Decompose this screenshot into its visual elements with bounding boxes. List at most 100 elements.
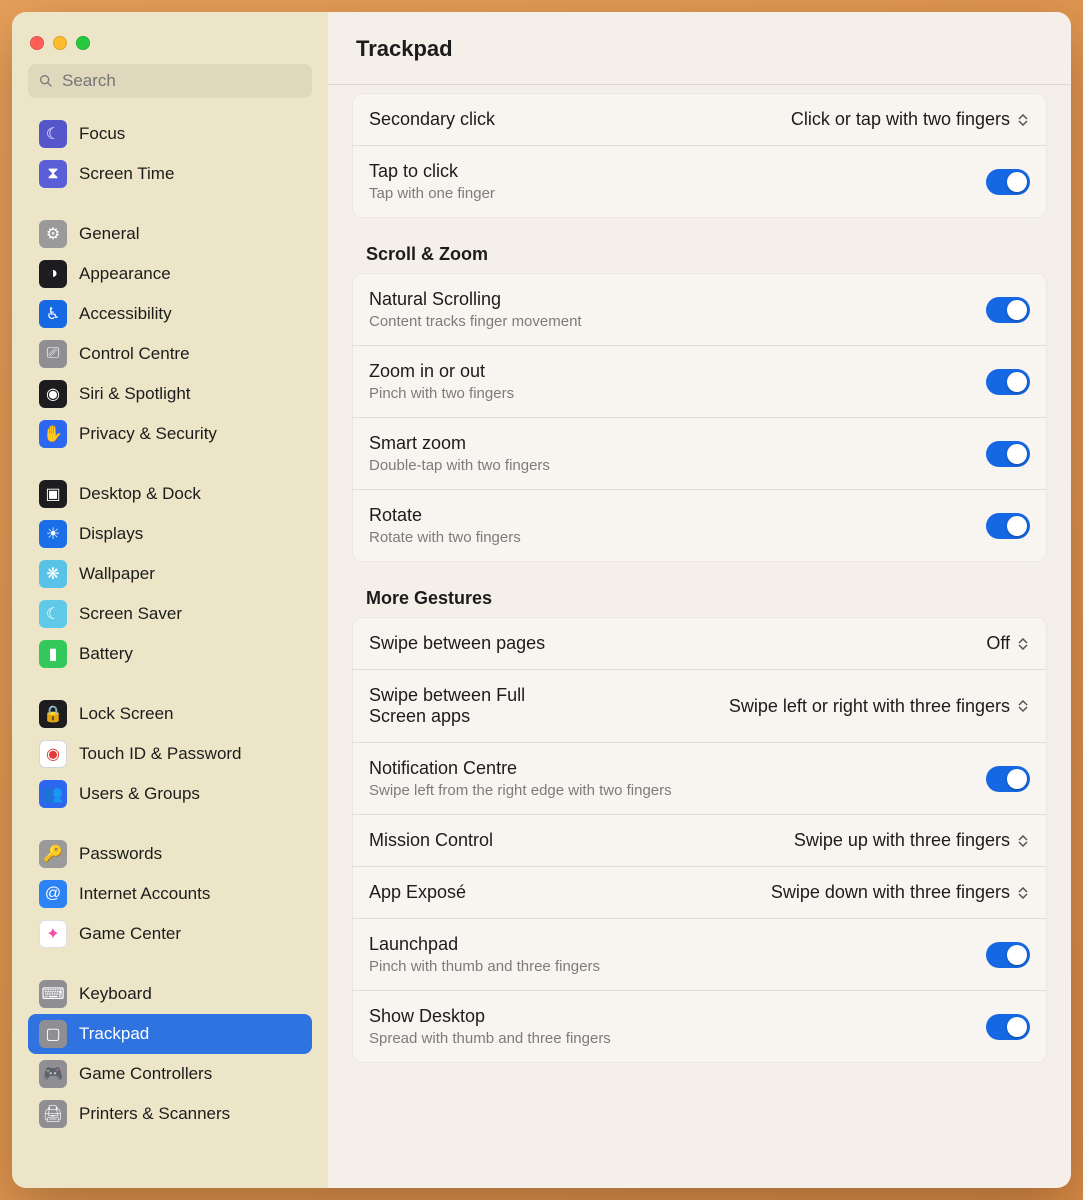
sidebar-item-label: Screen Time [79,164,174,184]
sidebar-item-control-centre-icon: ⎚ [39,340,67,368]
natural-scrolling-label: Natural Scrolling [369,289,582,310]
row-natural-scrolling: Natural Scrolling Content tracks finger … [353,274,1046,345]
sidebar-item-internet-accounts[interactable]: @Internet Accounts [28,874,312,914]
chevron-updown-icon [1016,114,1030,126]
zoom-window-button[interactable] [76,36,90,50]
launchpad-toggle[interactable] [986,942,1030,968]
sidebar-item-label: Passwords [79,844,162,864]
sidebar-item-lock-screen-icon: 🔒 [39,700,67,728]
row-notification-centre: Notification Centre Swipe left from the … [353,742,1046,814]
app-expose-value: Swipe down with three fingers [771,882,1010,903]
sidebar-item-screen-saver[interactable]: ☾Screen Saver [28,594,312,634]
app-expose-popup[interactable]: Swipe down with three fingers [771,882,1030,903]
mission-control-value: Swipe up with three fingers [794,830,1010,851]
sidebar-item-general-icon: ⚙ [39,220,67,248]
sidebar-item-users-groups[interactable]: 👥Users & Groups [28,774,312,814]
sidebar-item-label: Displays [79,524,143,544]
content-scroll[interactable]: Secondary click Click or tap with two fi… [328,85,1071,1188]
section-scroll-zoom: Scroll & Zoom [352,218,1047,273]
sidebar-item-label: Trackpad [79,1024,149,1044]
sidebar-item-label: Appearance [79,264,171,284]
notification-centre-label: Notification Centre [369,758,672,779]
close-window-button[interactable] [30,36,44,50]
sidebar-item-touch-id[interactable]: ◉ Touch ID & Password [28,734,312,774]
smart-zoom-label: Smart zoom [369,433,550,454]
sidebar-item-accessibility[interactable]: ♿︎Accessibility [28,294,312,334]
sidebar-item-printers-scanners[interactable]: 🖨Printers & Scanners [28,1094,312,1134]
show-desktop-toggle[interactable] [986,1014,1030,1040]
sidebar-item-label: Lock Screen [79,704,174,724]
row-tap-to-click: Tap to click Tap with one finger [353,145,1046,217]
sidebar-item-trackpad-icon: ▢ [39,1020,67,1048]
swipe-pages-value: Off [986,633,1010,654]
search-field[interactable] [28,64,312,98]
row-swipe-fullscreen: Swipe between Full Screen apps Swipe lef… [353,669,1046,742]
sidebar-item-game-controllers-icon: 🎮 [39,1060,67,1088]
sidebar-item-desktop-dock[interactable]: ▣Desktop & Dock [28,474,312,514]
notification-centre-sub: Swipe left from the right edge with two … [369,782,672,799]
mission-control-label: Mission Control [369,830,493,851]
row-app-expose: App Exposé Swipe down with three fingers [353,866,1046,918]
show-desktop-label: Show Desktop [369,1006,611,1027]
tap-to-click-label: Tap to click [369,161,495,182]
sidebar-item-displays-icon: ☀ [39,520,67,548]
sidebar-item-focus[interactable]: ☾Focus [28,114,312,154]
sidebar-item-game-center-icon: ✦ [39,920,67,948]
chevron-updown-icon [1016,700,1030,712]
sidebar-item-battery-icon: ▮ [39,640,67,668]
sidebar-item-lock-screen[interactable]: 🔒 Lock Screen [28,694,312,734]
sidebar-item-battery[interactable]: ▮ Battery [28,634,312,674]
sidebar-item-label: Touch ID & Password [79,744,242,764]
sidebar-item-general[interactable]: ⚙ General [28,214,312,254]
sidebar-item-keyboard[interactable]: ⌨Keyboard [28,974,312,1014]
sidebar-item-label: General [79,224,139,244]
smart-zoom-toggle[interactable] [986,441,1030,467]
minimize-window-button[interactable] [53,36,67,50]
natural-scrolling-sub: Content tracks finger movement [369,313,582,330]
sidebar-item-siri-spotlight[interactable]: ◉Siri & Spotlight [28,374,312,414]
sidebar-item-wallpaper[interactable]: ❋Wallpaper [28,554,312,594]
sidebar-item-label: Battery [79,644,133,664]
row-rotate: Rotate Rotate with two fingers [353,489,1046,561]
page-title: Trackpad [356,36,1043,62]
sidebar-item-passwords[interactable]: 🔑 Passwords [28,834,312,874]
chevron-updown-icon [1016,887,1030,899]
row-launchpad: Launchpad Pinch with thumb and three fin… [353,918,1046,990]
sidebar-item-label: Game Controllers [79,1064,212,1084]
search-icon [38,73,54,89]
settings-window: ☾Focus⧗Screen Time ⚙ General ◑Appearance♿︎A… [12,12,1071,1188]
swipe-pages-popup[interactable]: Off [986,633,1030,654]
secondary-click-label: Secondary click [369,109,495,130]
sidebar-item-touch-id-icon: ◉ [39,740,67,768]
sidebar-item-appearance[interactable]: ◑Appearance [28,254,312,294]
swipe-fullscreen-popup[interactable]: Swipe left or right with three fingers [729,696,1030,717]
sidebar-item-displays[interactable]: ☀ Displays [28,514,312,554]
sidebar-item-desktop-dock-icon: ▣ [39,480,67,508]
notification-centre-toggle[interactable] [986,766,1030,792]
rotate-toggle[interactable] [986,513,1030,539]
sidebar-item-game-center[interactable]: ✦Game Center [28,914,312,954]
sidebar-item-control-centre[interactable]: ⎚Control Centre [28,334,312,374]
sidebar-item-wallpaper-icon: ❋ [39,560,67,588]
rotate-sub: Rotate with two fingers [369,529,521,546]
row-zoom: Zoom in or out Pinch with two fingers [353,345,1046,417]
titlebar: Trackpad [328,12,1071,85]
search-input[interactable] [62,71,302,91]
tap-to-click-sub: Tap with one finger [369,185,495,202]
sidebar-item-privacy-security[interactable]: ✋Privacy & Security [28,414,312,454]
sidebar-item-trackpad[interactable]: ▢ Trackpad [28,1014,312,1054]
sidebar-item-screen-time[interactable]: ⧗Screen Time [28,154,312,194]
sidebar-item-passwords-icon: 🔑 [39,840,67,868]
chevron-updown-icon [1016,835,1030,847]
zoom-sub: Pinch with two fingers [369,385,514,402]
tap-to-click-toggle[interactable] [986,169,1030,195]
sidebar-item-game-controllers[interactable]: 🎮 Game Controllers [28,1054,312,1094]
secondary-click-popup[interactable]: Click or tap with two fingers [791,109,1030,130]
sidebar-item-label: Printers & Scanners [79,1104,230,1124]
launchpad-sub: Pinch with thumb and three fingers [369,958,600,975]
natural-scrolling-toggle[interactable] [986,297,1030,323]
sidebar-item-focus-icon: ☾ [39,120,67,148]
more-gestures-card: Swipe between pages Off Swipe between Fu… [352,617,1047,1063]
zoom-toggle[interactable] [986,369,1030,395]
mission-control-popup[interactable]: Swipe up with three fingers [794,830,1030,851]
